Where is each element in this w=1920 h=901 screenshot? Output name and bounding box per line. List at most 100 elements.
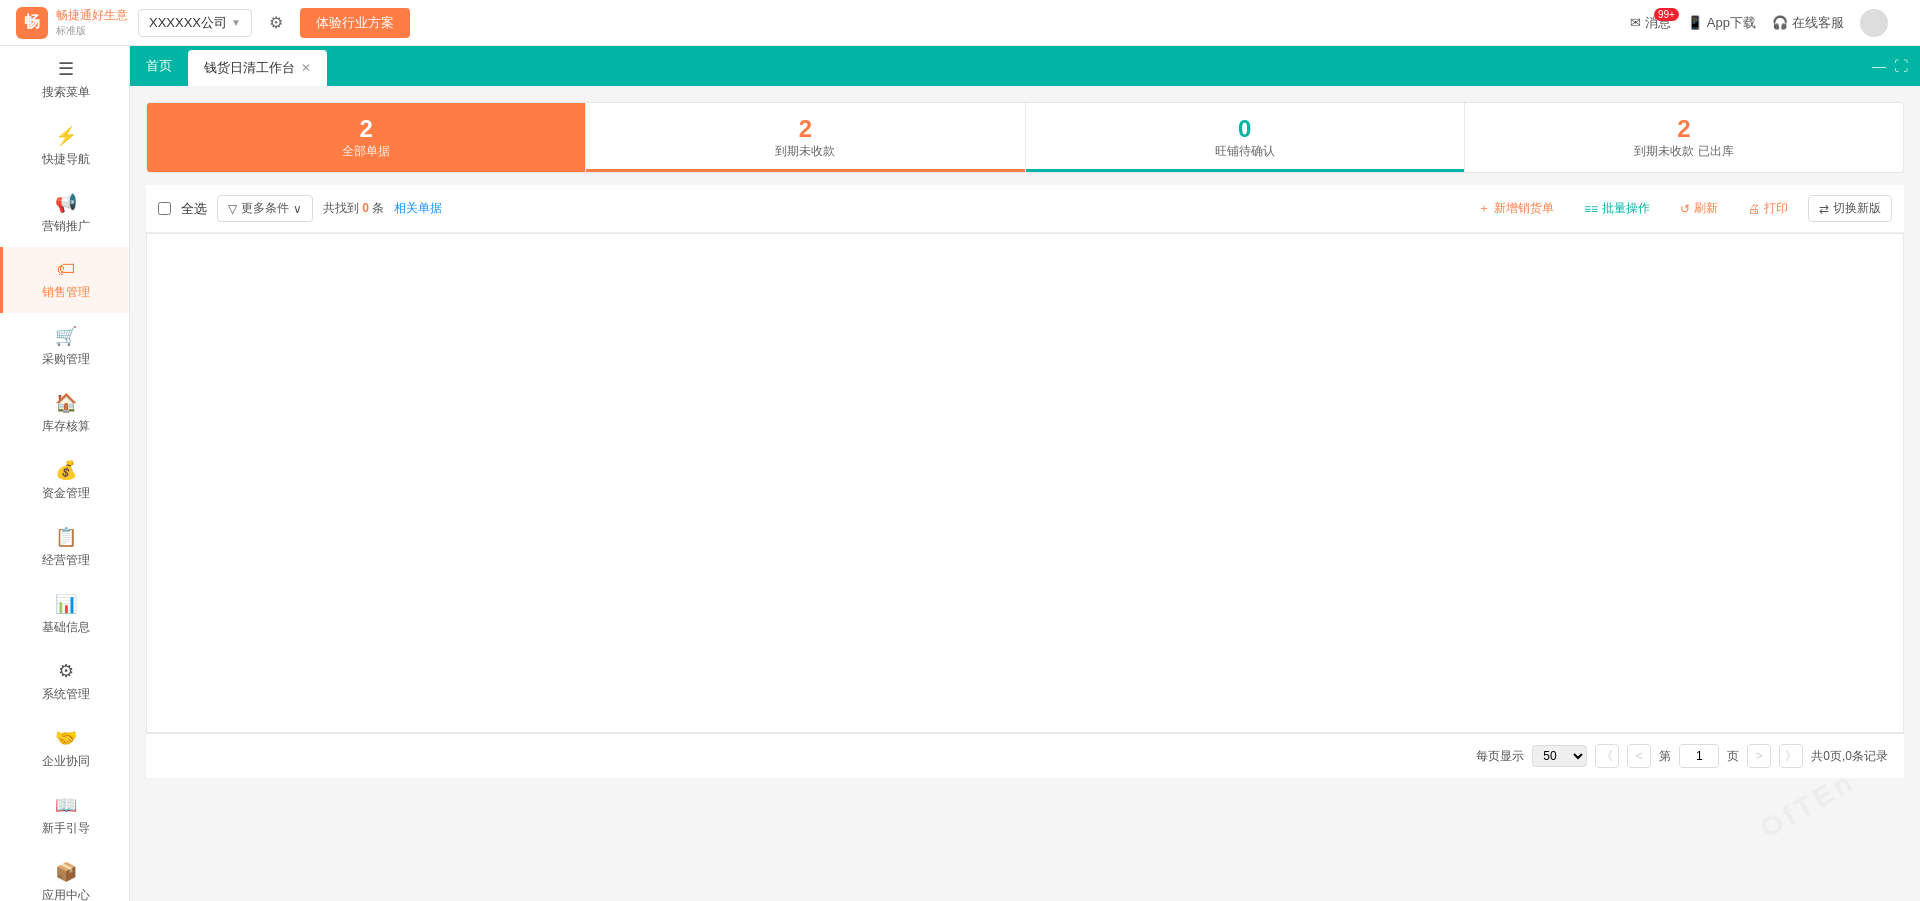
tab-home-label: 首页: [146, 57, 172, 75]
sidebar-item-operations[interactable]: 📋 经营管理: [0, 514, 129, 581]
appcenter-icon: 📦: [55, 861, 77, 883]
pagination: 每页显示 50 20 100 《 < 第 页 > 》 共0页,0条记录: [146, 733, 1904, 778]
header-right: ✉ 消息 99+ 📱 App下载 🎧 在线客服: [1630, 9, 1904, 37]
print-icon: 🖨: [1748, 202, 1760, 216]
logo-text: 畅捷通好生意 标准版: [56, 8, 128, 37]
sidebar-item-system[interactable]: ⚙ 系统管理: [0, 648, 129, 715]
stats-label-overdue: 到期未收款: [602, 143, 1008, 160]
per-page-select[interactable]: 50 20 100: [1532, 745, 1587, 767]
cooperation-icon: 🤝: [55, 727, 77, 749]
sidebar-label-guide: 新手引导: [42, 820, 90, 837]
stats-count-all: 2: [163, 115, 569, 143]
sidebar-label-operations: 经营管理: [42, 552, 90, 569]
next-page-button[interactable]: >: [1747, 744, 1771, 768]
top-header: 畅 畅捷通好生意 标准版 XXXXXX公司 ▼ ⚙ 体验行业方案 ✉ 消息 99…: [0, 0, 1920, 46]
sidebar-item-sales[interactable]: 🏷 销售管理: [0, 247, 129, 313]
tab-indicator-pending: [1026, 169, 1464, 172]
per-page-label: 每页显示: [1476, 748, 1524, 765]
prev-page-button[interactable]: <: [1627, 744, 1651, 768]
finance-icon: 💰: [55, 459, 77, 481]
page-label: 第: [1659, 748, 1671, 765]
total-label: 共0页,0条记录: [1811, 748, 1888, 765]
sidebar-item-cooperation[interactable]: 🤝 企业协同: [0, 715, 129, 782]
tab-expand-icon[interactable]: ⛶: [1894, 58, 1908, 74]
tab-minimize-icon[interactable]: —: [1872, 58, 1886, 74]
sidebar-item-purchase[interactable]: 🛒 采购管理: [0, 313, 129, 380]
last-page-button[interactable]: 》: [1779, 744, 1803, 768]
avatar[interactable]: [1860, 9, 1888, 37]
stats-count-pending: 0: [1042, 115, 1448, 143]
first-page-button[interactable]: 《: [1595, 744, 1619, 768]
message-badge: 99+: [1654, 8, 1679, 21]
filter-button[interactable]: ▽ 更多条件 ∨: [217, 195, 313, 222]
found-count: 0: [362, 201, 369, 215]
stats-tab-pending[interactable]: 0 旺铺待确认: [1026, 103, 1465, 172]
inventory-icon: 🏠: [55, 392, 77, 414]
sidebar-item-quicknav[interactable]: ⚡ 快捷导航: [0, 113, 129, 180]
stats-tab-overdue[interactable]: 2 到期未收款: [586, 103, 1025, 172]
refresh-button[interactable]: ↺ 刷新: [1670, 196, 1728, 221]
sidebar-item-marketing[interactable]: 📢 营销推广: [0, 180, 129, 247]
page-number-input[interactable]: [1679, 744, 1719, 768]
purchase-icon: 🛒: [55, 325, 77, 347]
tab-cashflow[interactable]: 钱货日清工作台 ✕: [188, 50, 327, 86]
online-service-button[interactable]: 🎧 在线客服: [1772, 14, 1844, 32]
quick-nav-icon: ⚡: [55, 125, 77, 147]
mobile-icon: 📱: [1687, 15, 1703, 30]
logo-area: 畅 畅捷通好生意 标准版: [16, 7, 128, 39]
sidebar-item-guide[interactable]: 📖 新手引导: [0, 782, 129, 849]
sidebar-label-sales: 销售管理: [42, 284, 90, 301]
data-table-area: [146, 233, 1904, 733]
related-link[interactable]: 相关单据: [394, 200, 442, 217]
tab-bar-actions: — ⛶: [1872, 58, 1920, 74]
search-menu-icon: ☰: [58, 58, 74, 80]
sidebar-item-inventory[interactable]: 🏠 库存核算: [0, 380, 129, 447]
tab-bar: 首页 钱货日清工作台 ✕ — ⛶: [130, 46, 1920, 86]
print-button[interactable]: 🖨 打印: [1738, 196, 1798, 221]
page-suffix: 页: [1727, 748, 1739, 765]
sidebar-label-system: 系统管理: [42, 686, 90, 703]
sidebar-label-marketing: 营销推广: [42, 218, 90, 235]
sidebar-label-purchase: 采购管理: [42, 351, 90, 368]
sidebar-item-search[interactable]: ☰ 搜索菜单: [0, 46, 129, 113]
toolbar: 全选 ▽ 更多条件 ∨ 共找到 0 条 相关单据 ＋ 新增销货单 ≡≡ 批量操作: [146, 185, 1904, 233]
company-selector[interactable]: XXXXXX公司 ▼: [138, 9, 252, 37]
dropdown-arrow-icon: ▼: [231, 17, 241, 28]
experience-btn[interactable]: 体验行业方案: [300, 8, 410, 38]
headset-icon: 🎧: [1772, 15, 1788, 30]
switch-icon: ⇄: [1819, 202, 1829, 216]
found-text: 共找到 0 条: [323, 200, 384, 217]
sidebar-label-cooperation: 企业协同: [42, 753, 90, 770]
guide-icon: 📖: [55, 794, 77, 816]
message-button[interactable]: ✉ 消息 99+: [1630, 14, 1671, 32]
batch-operation-button[interactable]: ≡≡ 批量操作: [1574, 196, 1660, 221]
sidebar-item-finance[interactable]: 💰 资金管理: [0, 447, 129, 514]
filter-icon: ▽: [228, 202, 237, 216]
tab-indicator-overdue: [586, 169, 1024, 172]
sidebar-label-quicknav: 快捷导航: [42, 151, 90, 168]
stats-tab-all[interactable]: 2 全部单据: [147, 103, 586, 172]
sales-icon: 🏷: [57, 259, 75, 280]
select-all-label: 全选: [181, 200, 207, 218]
sidebar-label-appcenter: 应用中心: [42, 887, 90, 901]
sidebar-label-inventory: 库存核算: [42, 418, 90, 435]
system-icon: ⚙: [58, 660, 74, 682]
header-left: 畅 畅捷通好生意 标准版 XXXXXX公司 ▼ ⚙ 体验行业方案: [16, 7, 410, 39]
select-all-checkbox[interactable]: [158, 202, 171, 215]
stats-label-pending: 旺铺待确认: [1042, 143, 1448, 160]
stats-tab-overdue-out[interactable]: 2 到期未收款 已出库: [1465, 103, 1903, 172]
add-order-button[interactable]: ＋ 新增销货单: [1468, 196, 1564, 221]
batch-icon: ≡≡: [1584, 202, 1598, 216]
tab-home[interactable]: 首页: [130, 46, 188, 86]
switch-version-button[interactable]: ⇄ 切换新版: [1808, 195, 1892, 222]
sidebar-item-appcenter[interactable]: 📦 应用中心: [0, 849, 129, 901]
sidebar-label-finance: 资金管理: [42, 485, 90, 502]
stats-tabs: 2 全部单据 2 到期未收款 0 旺铺待确认 2 到期未收款 已出库: [146, 102, 1904, 173]
app-download-button[interactable]: 📱 App下载: [1687, 14, 1756, 32]
sidebar-label-search: 搜索菜单: [42, 84, 90, 101]
tab-close-icon[interactable]: ✕: [301, 61, 311, 75]
stats-label-overdue-out: 到期未收款 已出库: [1481, 143, 1887, 160]
settings-button[interactable]: ⚙: [262, 9, 290, 37]
sidebar-item-basicinfo[interactable]: 📊 基础信息: [0, 581, 129, 648]
sidebar: ☰ 搜索菜单 ⚡ 快捷导航 📢 营销推广 🏷 销售管理 🛒 采购管理 🏠 库存核…: [0, 46, 130, 901]
